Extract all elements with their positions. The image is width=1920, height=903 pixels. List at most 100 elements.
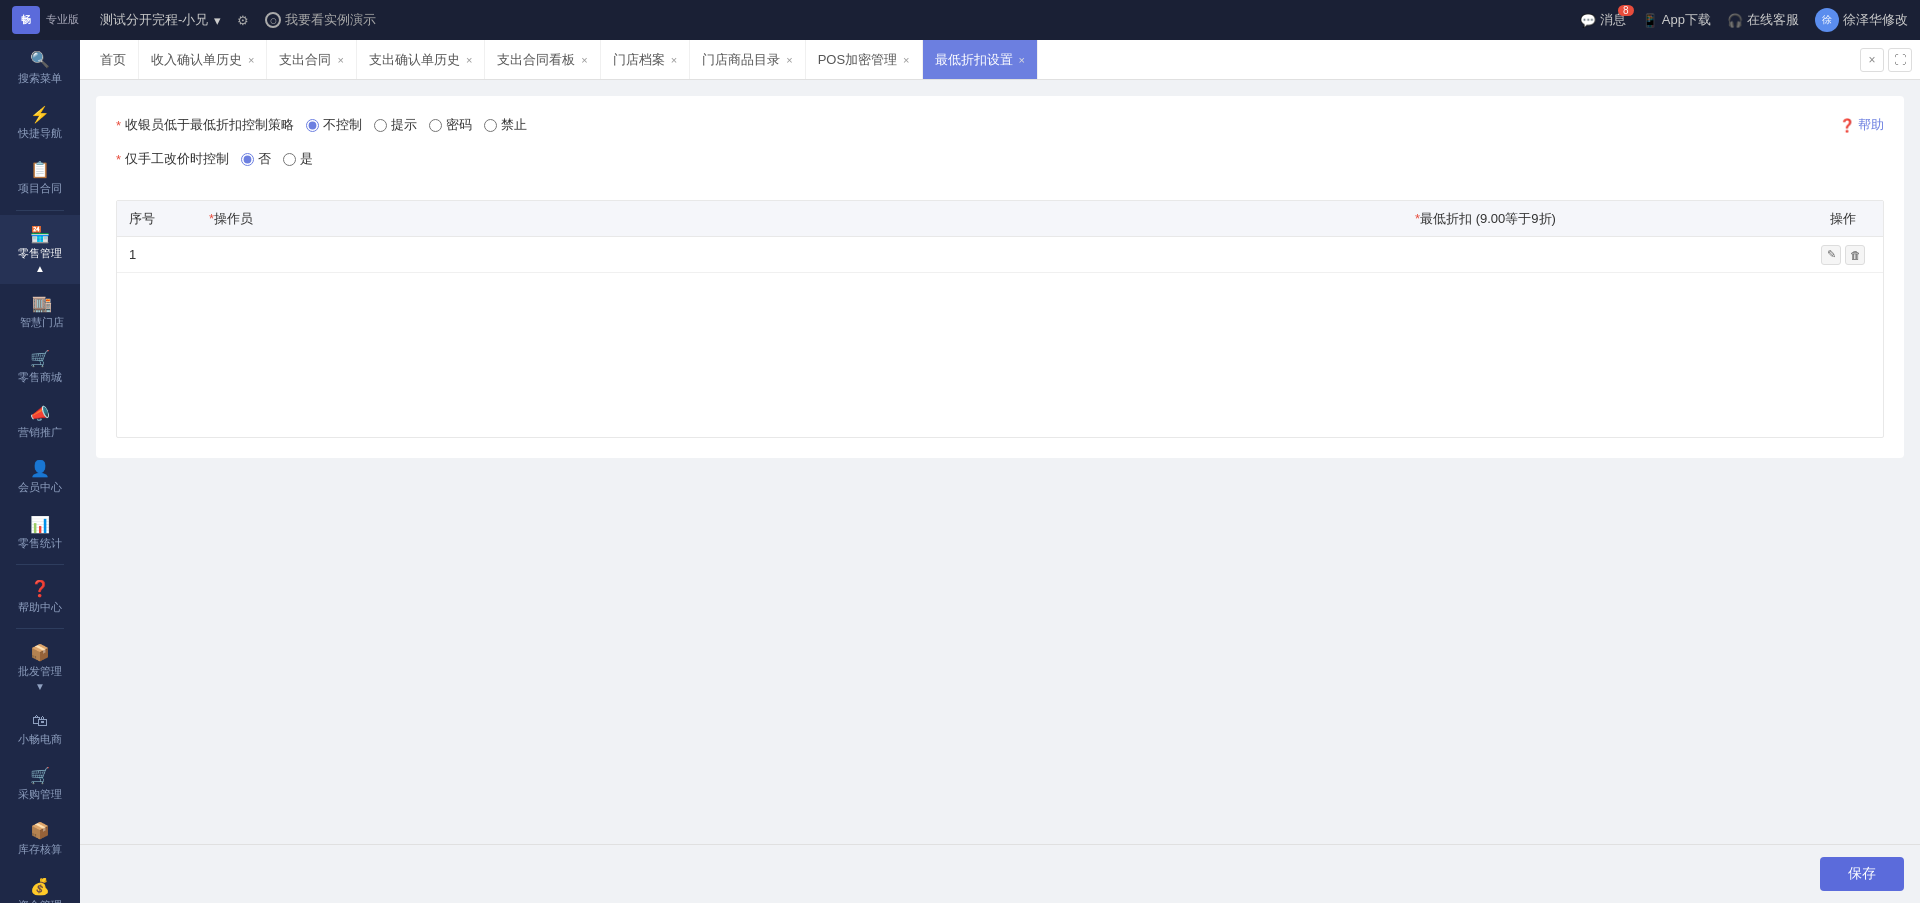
demo-button[interactable]: ○ 我要看实例演示 [265, 11, 376, 29]
user-name: 徐泽华修改 [1843, 11, 1908, 29]
tab-pos-password[interactable]: POS加密管理 × [806, 40, 923, 80]
ecommerce-icon: 🛍 [32, 712, 48, 730]
search-icon: 🔍 [30, 50, 50, 69]
sidebar-item-ecommerce[interactable]: 🛍 小畅电商 [0, 702, 80, 756]
sidebar-item-label-quick-nav: 快捷导航 [18, 127, 62, 140]
tabbar: 首页 收入确认单历史 × 支出合同 × 支出确认单历史 × 支出合同看板 × 门… [80, 40, 1920, 80]
strategy-label-tip: 提示 [391, 116, 417, 134]
manual-option-no[interactable]: 否 [241, 150, 271, 168]
manual-label: 仅手工改价时控制 [125, 150, 229, 168]
sidebar-item-label-finance: 资金管理 [18, 899, 62, 903]
retail-stats-icon: 📊 [30, 515, 50, 534]
app-download-button[interactable]: 📱 App下载 [1642, 11, 1711, 29]
purchase-icon: 🛒 [30, 766, 50, 785]
help-label: 帮助 [1858, 116, 1884, 134]
strategy-option-password[interactable]: 密码 [429, 116, 472, 134]
sidebar-item-help[interactable]: ❓ 帮助中心 [0, 569, 80, 624]
seq-value-1: 1 [129, 247, 136, 262]
tab-store-archive-close[interactable]: × [671, 54, 677, 66]
sidebar-item-member-center[interactable]: 👤 会员中心 [0, 449, 80, 504]
logo-text: 专业版 [46, 13, 79, 26]
strategy-label-password: 密码 [446, 116, 472, 134]
edit-button-1[interactable]: ✎ [1821, 245, 1841, 265]
manual-radio-no[interactable] [241, 153, 254, 166]
col-seq: 序号 [117, 210, 197, 228]
tab-close-current-button[interactable]: × [1860, 48, 1884, 72]
member-center-icon: 👤 [30, 459, 50, 478]
support-label: 在线客服 [1747, 11, 1799, 29]
action-btns-1: ✎ 🗑 [1815, 245, 1871, 265]
sidebar-item-retail-stats[interactable]: 📊 零售统计 [0, 505, 80, 560]
tab-store-products[interactable]: 门店商品目录 × [690, 40, 805, 80]
batch-mgmt-arrow: ▼ [35, 681, 45, 692]
sidebar-item-project-contract[interactable]: 📋 项目合同 [0, 150, 80, 205]
project-selector[interactable]: 测试分开完程-小兄 ▾ [92, 11, 229, 29]
tab-income-confirm-close[interactable]: × [248, 54, 254, 66]
sidebar-item-batch-mgmt[interactable]: 📦 批发管理 ▼ [0, 633, 80, 702]
help-link[interactable]: ❓ 帮助 [1839, 116, 1884, 134]
strategy-option-no-control[interactable]: 不控制 [306, 116, 362, 134]
sidebar-item-label-smart-store: 智慧门店 [20, 316, 64, 329]
user-menu-button[interactable]: 徐 徐泽华修改 [1815, 8, 1908, 32]
strategy-radio-ban[interactable] [484, 119, 497, 132]
sidebar-item-label-help: 帮助中心 [18, 601, 62, 614]
tab-payment-board-close[interactable]: × [581, 54, 587, 66]
tab-store-archive[interactable]: 门店档案 × [601, 40, 690, 80]
app-label: App下载 [1662, 11, 1711, 29]
tab-pos-password-close[interactable]: × [903, 54, 909, 66]
tab-payment-contract[interactable]: 支出合同 × [267, 40, 356, 80]
tab-payment-board[interactable]: 支出合同看板 × [485, 40, 600, 80]
tab-income-confirm-label: 收入确认单历史 [151, 51, 242, 69]
tab-payment-confirm-label: 支出确认单历史 [369, 51, 460, 69]
sidebar-item-purchase[interactable]: 🛒 采购管理 [0, 756, 80, 811]
sidebar-item-quick-nav[interactable]: ⚡ 快捷导航 [0, 95, 80, 150]
strategy-radio-no-control[interactable] [306, 119, 319, 132]
tab-income-confirm[interactable]: 收入确认单历史 × [139, 40, 267, 80]
strategy-radio-tip[interactable] [374, 119, 387, 132]
manual-option-yes[interactable]: 是 [283, 150, 313, 168]
strategy-radio-password[interactable] [429, 119, 442, 132]
footer-bar: 保存 [80, 844, 1920, 903]
tab-home[interactable]: 首页 [88, 40, 139, 80]
strategy-option-tip[interactable]: 提示 [374, 116, 417, 134]
dropdown-icon: ▾ [214, 13, 221, 28]
sidebar: 🔍 搜索菜单 ⚡ 快捷导航 📋 项目合同 🏪 零售管理 ▲ 🏬 智慧门店 🛒 零… [0, 40, 80, 903]
sidebar-item-label-retail: 零售管理 [18, 247, 62, 260]
tab-store-products-close[interactable]: × [786, 54, 792, 66]
main-card: * 收银员低于最低折扣控制策略 不控制 提示 [96, 96, 1904, 458]
message-button[interactable]: 💬 消息 8 [1580, 11, 1626, 29]
tab-payment-board-label: 支出合同看板 [497, 51, 575, 69]
help-icon: ❓ [1839, 118, 1855, 133]
col-action-label: 操作 [1830, 210, 1856, 228]
tab-fullscreen-button[interactable]: ⛶ [1888, 48, 1912, 72]
strategy-option-ban[interactable]: 禁止 [484, 116, 527, 134]
sidebar-item-search[interactable]: 🔍 搜索菜单 [0, 40, 80, 95]
manual-label-yes: 是 [300, 150, 313, 168]
strategy-radio-group: 不控制 提示 密码 [306, 116, 527, 134]
manual-radio-yes[interactable] [283, 153, 296, 166]
tab-pos-password-label: POS加密管理 [818, 51, 897, 69]
sidebar-item-label-retail-stats: 零售统计 [18, 537, 62, 550]
sidebar-item-label-project: 项目合同 [18, 182, 62, 195]
save-button[interactable]: 保存 [1820, 857, 1904, 891]
settings-button[interactable]: ⚙ [229, 6, 257, 34]
tab-payment-contract-close[interactable]: × [337, 54, 343, 66]
tab-min-discount[interactable]: 最低折扣设置 × [923, 40, 1038, 80]
sidebar-item-marketing[interactable]: 📣 营销推广 [0, 394, 80, 449]
sidebar-item-label-batch: 批发管理 [18, 665, 62, 678]
delete-button-1[interactable]: 🗑 [1845, 245, 1865, 265]
sidebar-item-inventory[interactable]: 📦 库存核算 [0, 811, 80, 866]
online-support-button[interactable]: 🎧 在线客服 [1727, 11, 1799, 29]
sidebar-item-smart-store[interactable]: 🏬 智慧门店 [0, 284, 80, 339]
sidebar-item-retail-mgmt[interactable]: 🏪 零售管理 ▲ [0, 215, 80, 284]
sidebar-item-retail-mall[interactable]: 🛒 零售商城 [0, 339, 80, 394]
tab-payment-confirm[interactable]: 支出确认单历史 × [357, 40, 485, 80]
sidebar-item-finance[interactable]: 💰 资金管理 [0, 867, 80, 903]
col-discount: 最低折扣 (9.00等于9折) [1403, 210, 1803, 228]
logo: 畅 专业版 [12, 6, 92, 34]
tab-min-discount-close[interactable]: × [1019, 54, 1025, 66]
manual-radio-group: 否 是 [241, 150, 313, 168]
main-layout: 🔍 搜索菜单 ⚡ 快捷导航 📋 项目合同 🏪 零售管理 ▲ 🏬 智慧门店 🛒 零… [0, 40, 1920, 903]
tab-payment-confirm-close[interactable]: × [466, 54, 472, 66]
quick-nav-icon: ⚡ [30, 105, 50, 124]
